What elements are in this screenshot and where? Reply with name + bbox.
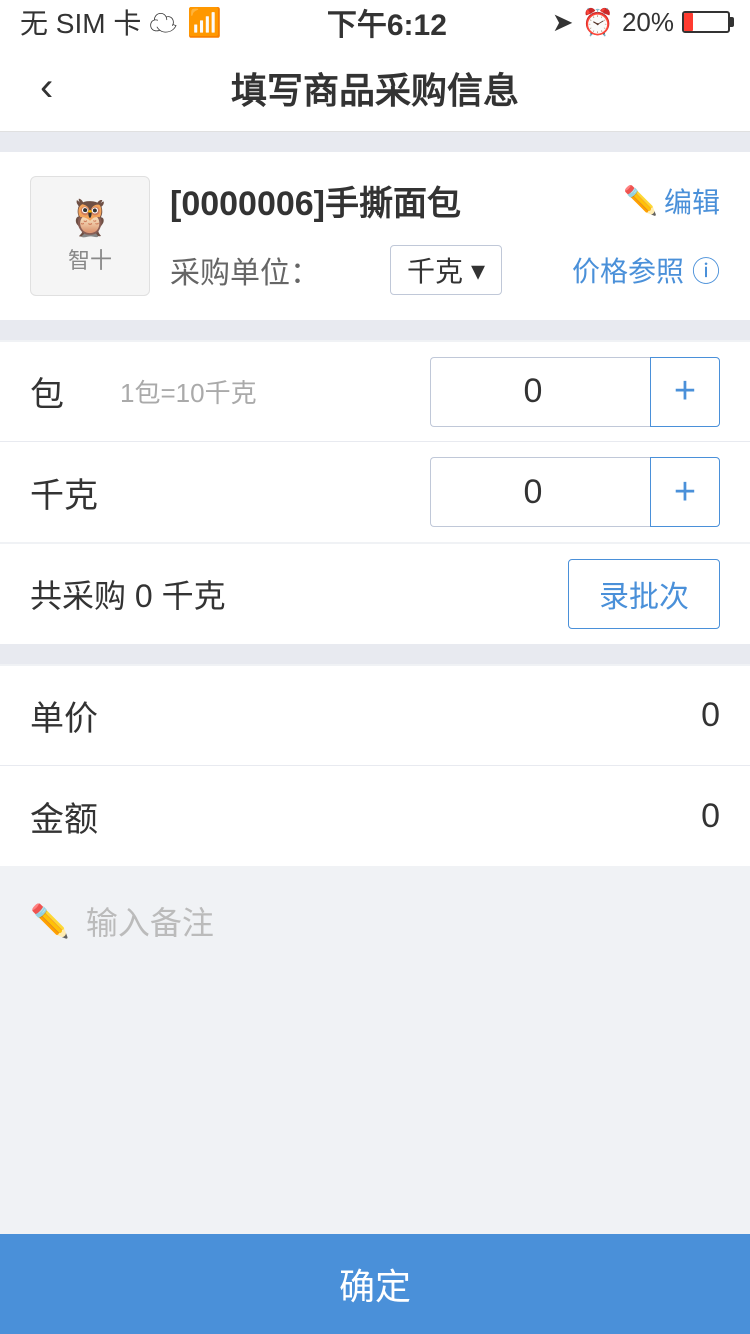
total-row: 共采购 0 千克 录批次 xyxy=(0,544,750,644)
mid-divider xyxy=(0,320,750,340)
back-button[interactable]: ‹ xyxy=(30,55,63,120)
total-label: 共采购 0 千克 xyxy=(30,571,226,617)
location-icon: ➤ xyxy=(552,7,574,38)
kg-plus-button[interactable]: + xyxy=(650,457,720,527)
battery-icon xyxy=(682,11,730,33)
amount-value: 0 xyxy=(701,797,720,836)
nav-bar: ‹ 填写商品采购信息 xyxy=(0,44,750,132)
edit-label: 编辑 xyxy=(664,181,720,221)
unit-value: 千克 xyxy=(407,250,463,290)
top-divider xyxy=(0,132,750,152)
unit-price-label: 单价 xyxy=(30,691,98,740)
edit-icon: ✏️ xyxy=(623,184,658,217)
bottom-space xyxy=(0,974,750,1274)
bao-input[interactable] xyxy=(430,357,650,427)
status-time: 下午6:12 xyxy=(327,0,447,44)
alarm-icon: ⏰ xyxy=(582,7,614,38)
kg-input-wrap: + xyxy=(430,457,720,527)
product-unit-row: 采购单位： 千克 ▾ 价格参照 ⓘ xyxy=(170,245,720,295)
sim-status: 无 SIM 卡 ☁ xyxy=(20,2,177,42)
product-name: [0000006]手撕面包 xyxy=(170,176,461,225)
batch-button[interactable]: 录批次 xyxy=(568,559,720,629)
price-reference-button[interactable]: 价格参照 ⓘ xyxy=(572,250,720,290)
unit-price-row: 单价 0 xyxy=(0,666,750,766)
bao-sublabel: 1包=10千克 xyxy=(120,373,430,410)
bao-plus-button[interactable]: + xyxy=(650,357,720,427)
lower-divider xyxy=(0,644,750,664)
kg-input[interactable] xyxy=(430,457,650,527)
status-right: ➤ ⏰ 20% xyxy=(552,7,730,38)
price-ref-label: 价格参照 xyxy=(572,250,684,290)
product-logo-text: 智十 xyxy=(68,243,112,275)
wifi-icon: 📶 xyxy=(187,6,222,39)
unit-label: 采购单位： xyxy=(170,248,320,292)
product-name-row: [0000006]手撕面包 ✏️ 编辑 xyxy=(170,176,720,225)
status-bar: 无 SIM 卡 ☁ 📶 下午6:12 ➤ ⏰ 20% xyxy=(0,0,750,44)
pencil-icon: ✏️ xyxy=(30,902,70,940)
bao-input-wrap: + xyxy=(430,357,720,427)
info-section: 单价 0 金额 0 xyxy=(0,666,750,866)
notes-section[interactable]: ✏️ 输入备注 xyxy=(0,868,750,974)
product-thumbnail: 🦉 智十 xyxy=(30,176,150,296)
kg-input-row: 千克 + xyxy=(0,442,750,542)
notes-placeholder: 输入备注 xyxy=(86,898,214,944)
kg-label: 千克 xyxy=(30,468,110,517)
input-section: 包 1包=10千克 + 千克 + xyxy=(0,342,750,542)
product-logo-icon: 🦉 xyxy=(68,197,113,239)
amount-row: 金额 0 xyxy=(0,766,750,866)
bao-label: 包 xyxy=(30,367,110,416)
edit-button[interactable]: ✏️ 编辑 xyxy=(623,181,720,221)
page-title: 填写商品采购信息 xyxy=(231,62,519,114)
bao-input-row: 包 1包=10千克 + xyxy=(0,342,750,442)
product-info: [0000006]手撕面包 ✏️ 编辑 采购单位： 千克 ▾ 价格参照 ⓘ xyxy=(170,176,720,295)
status-left: 无 SIM 卡 ☁ 📶 xyxy=(20,2,222,42)
info-icon: ⓘ xyxy=(692,250,720,290)
total-section: 共采购 0 千克 录批次 xyxy=(0,544,750,644)
battery-percent: 20% xyxy=(622,7,674,38)
product-card: 🦉 智十 [0000006]手撕面包 ✏️ 编辑 采购单位： 千克 ▾ 价格参照… xyxy=(0,152,750,320)
unit-price-value: 0 xyxy=(701,696,720,735)
chevron-down-icon: ▾ xyxy=(471,254,485,287)
confirm-button[interactable]: 确定 xyxy=(0,1234,750,1334)
amount-label: 金额 xyxy=(30,792,98,841)
unit-select[interactable]: 千克 ▾ xyxy=(390,245,502,295)
